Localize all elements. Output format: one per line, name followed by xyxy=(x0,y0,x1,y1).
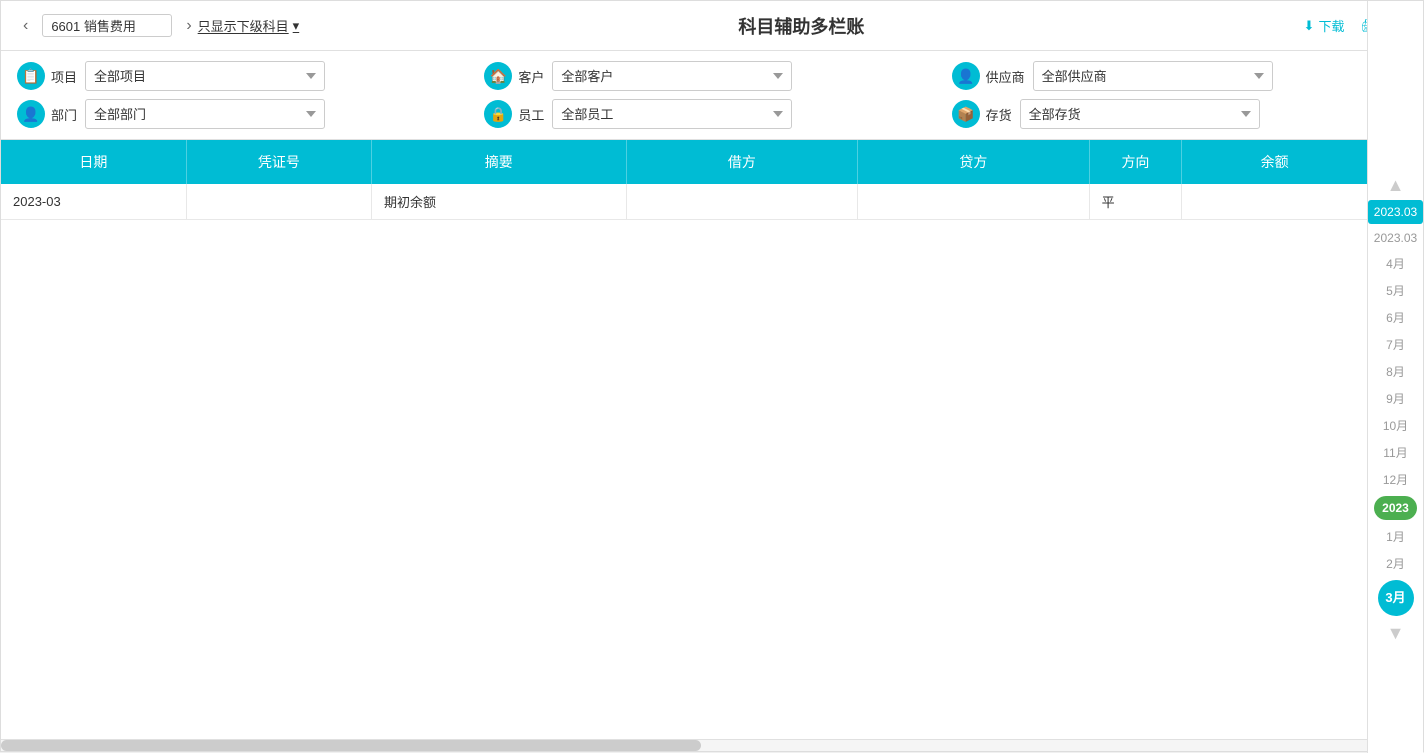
table-body: 2023-03 期初余额 平 xyxy=(1,184,1367,220)
horizontal-scrollbar[interactable] xyxy=(1,739,1367,751)
department-select[interactable]: 全部部门 xyxy=(85,99,325,129)
cell-date: 2023-03 xyxy=(1,184,186,220)
download-label: 下载 xyxy=(1318,16,1344,35)
col-header-credit: 贷方 xyxy=(858,140,1090,184)
filter-group-employee: 🔒 员工 全部员工 xyxy=(484,99,939,129)
side-panel: ▲ 2023.032023.034月5月6月7月8月9月10月11月12月202… xyxy=(1367,1,1423,753)
filter-row-1: 📋 项目 全部项目 🏠 客户 全部客户 👤 供应商 xyxy=(17,61,1407,91)
cell-debit xyxy=(626,184,858,220)
cell-direction: 平 xyxy=(1089,184,1182,220)
filter-group-supplier: 👤 供应商 全部供应商 xyxy=(952,61,1407,91)
employee-icon: 🔒 xyxy=(484,100,512,128)
side-scroll-down[interactable]: ▼ xyxy=(1368,619,1423,648)
side-panel-item[interactable]: 10月 xyxy=(1368,412,1423,439)
account-code-area xyxy=(42,14,172,37)
side-panel-item[interactable]: 5月 xyxy=(1368,277,1423,304)
filter-row-2: 👤 部门 全部部门 🔒 员工 全部员工 📦 存货 xyxy=(17,99,1407,129)
cell-credit xyxy=(858,184,1090,220)
col-header-summary: 摘要 xyxy=(371,140,626,184)
page-title: 科目辅助多栏账 xyxy=(299,13,1303,39)
side-panel-item[interactable]: 7月 xyxy=(1368,331,1423,358)
account-code-input[interactable] xyxy=(42,14,172,37)
table-container: 日期 凭证号 摘要 借方 贷方 方向 余额 2023-03 期初余额 平 xyxy=(1,140,1367,739)
department-label: 👤 部门 xyxy=(17,100,77,128)
col-header-balance: 余额 xyxy=(1182,140,1367,184)
customer-select[interactable]: 全部客户 xyxy=(552,61,792,91)
filter-group-customer: 🏠 客户 全部客户 xyxy=(484,61,939,91)
download-icon: ⬇ xyxy=(1304,18,1315,34)
employee-label: 🔒 员工 xyxy=(484,100,544,128)
main-window: ‹ › 只显示下级科目 ▾ 科目辅助多栏账 ⬇ 下载 🖨 打印 ✕ xyxy=(0,0,1424,752)
cell-summary: 期初余额 xyxy=(371,184,626,220)
cell-balance xyxy=(1182,184,1367,220)
ledger-table: 日期 凭证号 摘要 借方 贷方 方向 余额 2023-03 期初余额 平 xyxy=(1,140,1367,220)
supplier-label: 👤 供应商 xyxy=(952,62,1025,90)
side-panel-item[interactable]: 3月 xyxy=(1378,580,1414,616)
inventory-label: 📦 存货 xyxy=(952,100,1012,128)
filter-group-inventory: 📦 存货 全部存货 xyxy=(952,99,1407,129)
prev-button[interactable]: ‹ xyxy=(17,15,34,37)
side-scroll-up[interactable]: ▲ xyxy=(1368,171,1423,200)
download-button[interactable]: ⬇ 下载 xyxy=(1304,16,1345,35)
cell-voucher xyxy=(186,184,371,220)
side-panel-item[interactable]: 2月 xyxy=(1368,550,1423,577)
col-header-voucher: 凭证号 xyxy=(186,140,371,184)
side-panel-item[interactable]: 2023.03 xyxy=(1368,200,1423,224)
customer-label: 🏠 客户 xyxy=(484,62,544,90)
supplier-select[interactable]: 全部供应商 xyxy=(1033,61,1273,91)
filter-area: 📋 项目 全部项目 🏠 客户 全部客户 👤 供应商 xyxy=(1,51,1423,140)
filter-group-project: 📋 项目 全部项目 xyxy=(17,61,472,91)
side-panel-item[interactable]: 2023.03 xyxy=(1368,226,1423,250)
side-panel-item[interactable]: 12月 xyxy=(1368,466,1423,493)
inventory-icon: 📦 xyxy=(952,100,980,128)
customer-icon: 🏠 xyxy=(484,62,512,90)
scroll-thumb[interactable] xyxy=(1,740,701,751)
show-sub-label: 只显示下级科目 xyxy=(198,16,289,35)
side-panel-item[interactable]: 11月 xyxy=(1368,439,1423,466)
show-sub-button[interactable]: 只显示下级科目 ▾ xyxy=(198,16,300,35)
table-row: 2023-03 期初余额 平 xyxy=(1,184,1367,220)
employee-select[interactable]: 全部员工 xyxy=(552,99,792,129)
title-bar: ‹ › 只显示下级科目 ▾ 科目辅助多栏账 ⬇ 下载 🖨 打印 ✕ xyxy=(1,1,1423,51)
department-icon: 👤 xyxy=(17,100,45,128)
project-select[interactable]: 全部项目 xyxy=(85,61,325,91)
side-panel-item[interactable]: 4月 xyxy=(1368,250,1423,277)
next-button[interactable]: › xyxy=(180,15,197,37)
project-icon: 📋 xyxy=(17,62,45,90)
filter-group-department: 👤 部门 全部部门 xyxy=(17,99,472,129)
supplier-icon: 👤 xyxy=(952,62,980,90)
side-panel-item[interactable]: 8月 xyxy=(1368,358,1423,385)
col-header-debit: 借方 xyxy=(626,140,858,184)
side-panel-item[interactable]: 6月 xyxy=(1368,304,1423,331)
col-header-direction: 方向 xyxy=(1089,140,1182,184)
table-header-row: 日期 凭证号 摘要 借方 贷方 方向 余额 xyxy=(1,140,1367,184)
side-panel-item[interactable]: 2023 xyxy=(1374,496,1417,520)
inventory-select[interactable]: 全部存货 xyxy=(1020,99,1260,129)
side-panel-item[interactable]: 9月 xyxy=(1368,385,1423,412)
col-header-date: 日期 xyxy=(1,140,186,184)
project-label: 📋 项目 xyxy=(17,62,77,90)
side-panel-item[interactable]: 1月 xyxy=(1368,523,1423,550)
